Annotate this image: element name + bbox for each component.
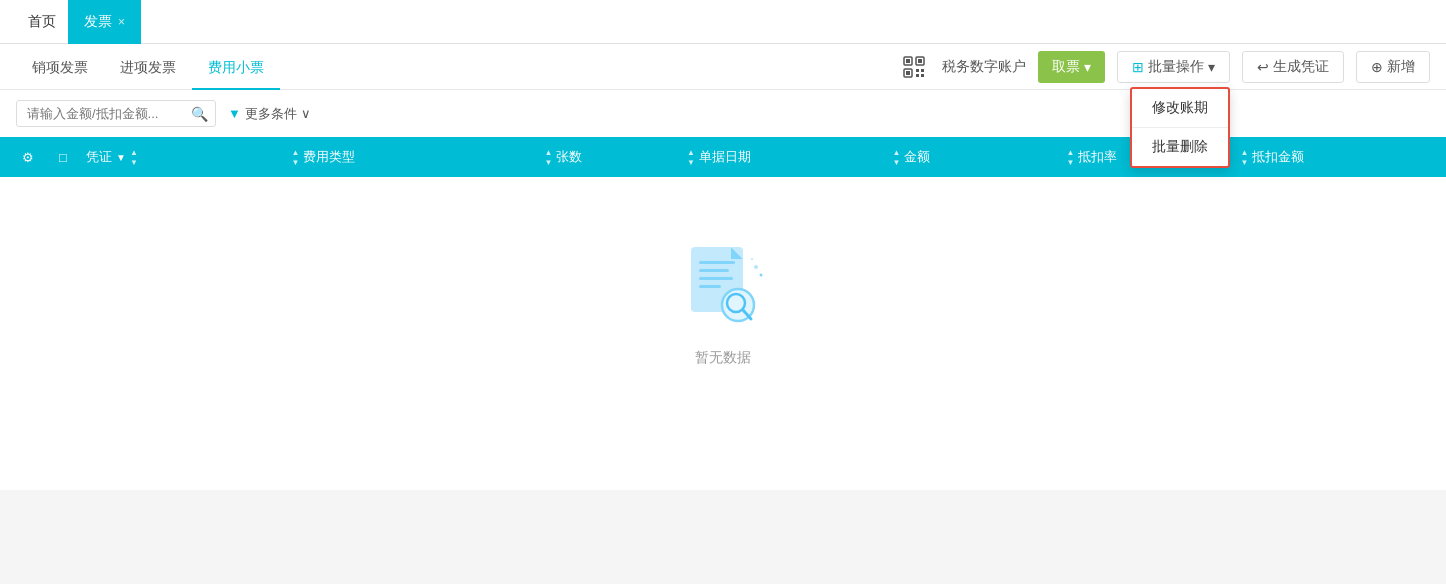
th-date[interactable]: ▲▼ 单据日期 xyxy=(679,148,885,167)
filter-icon: ▼ xyxy=(228,106,241,121)
tab-xiaoxiang[interactable]: 销项发票 xyxy=(16,44,104,90)
th-deduct-rate-label: 抵扣率 xyxy=(1078,148,1117,166)
tab-jinxiang[interactable]: 进项发票 xyxy=(104,44,192,90)
empty-state-icon xyxy=(673,237,773,337)
batch-chevron-icon: ▾ xyxy=(1208,59,1215,75)
th-expense-sort-arrows: ▲▼ xyxy=(292,148,300,167)
th-date-sort-arrows: ▲▼ xyxy=(687,148,695,167)
svg-rect-11 xyxy=(699,261,735,264)
modify-period-item[interactable]: 修改账期 xyxy=(1132,89,1228,127)
add-button[interactable]: ⊕ 新增 xyxy=(1356,51,1430,83)
settings-icon: ⚙ xyxy=(22,150,34,165)
batch-delete-item[interactable]: 批量删除 xyxy=(1132,128,1228,166)
empty-state: 暂无数据 xyxy=(0,177,1446,407)
invoice-tab-label: 发票 xyxy=(84,13,112,31)
th-settings[interactable]: ⚙ xyxy=(8,150,48,165)
generate-voucher-label: 生成凭证 xyxy=(1273,58,1329,76)
svg-point-18 xyxy=(754,265,758,269)
th-count-label: 张数 xyxy=(556,148,582,166)
th-amount[interactable]: ▲▼ 金额 xyxy=(884,148,1058,167)
batch-operations-button[interactable]: ⊞ 批量操作 ▾ xyxy=(1117,51,1230,83)
tab-feiyong[interactable]: 费用小票 xyxy=(192,44,280,90)
svg-rect-14 xyxy=(699,285,721,288)
tax-account-button[interactable]: 税务数字账户 xyxy=(942,58,1026,76)
batch-dropdown-menu: 修改账期 批量删除 xyxy=(1130,87,1230,168)
th-deduct-amount-label: 抵扣金额 xyxy=(1252,148,1304,166)
add-label: 新增 xyxy=(1387,58,1415,76)
more-filter-button[interactable]: ▼ 更多条件 ∨ xyxy=(228,105,311,123)
th-expense-type[interactable]: ▲▼ 费用类型 xyxy=(284,148,537,167)
invoice-tab[interactable]: 发票 × xyxy=(68,0,141,44)
more-filter-label: 更多条件 xyxy=(245,105,297,123)
th-deduct-rate-sort-arrows: ▲▼ xyxy=(1066,148,1074,167)
svg-rect-8 xyxy=(916,74,919,77)
th-voucher-sort: ▲▼ xyxy=(130,148,138,167)
search-input[interactable] xyxy=(16,100,216,127)
home-tab[interactable]: 首页 xyxy=(16,13,68,31)
filter-chevron-icon: ∨ xyxy=(301,106,311,121)
voucher-icon: ↩ xyxy=(1257,59,1269,75)
th-date-label: 单据日期 xyxy=(699,148,751,166)
svg-point-20 xyxy=(751,258,753,260)
th-count-sort-arrows: ▲▼ xyxy=(545,148,553,167)
th-checkbox[interactable]: □ xyxy=(48,150,78,165)
svg-rect-1 xyxy=(906,59,910,63)
get-ticket-label: 取票 xyxy=(1052,58,1080,76)
svg-rect-12 xyxy=(699,269,729,272)
th-deduct-amount[interactable]: ▲▼ 抵扣金额 xyxy=(1232,148,1438,167)
search-input-wrap: 🔍 xyxy=(16,100,216,127)
th-voucher-label: 凭证 xyxy=(86,148,112,166)
svg-rect-7 xyxy=(921,69,924,72)
generate-voucher-button[interactable]: ↩ 生成凭证 xyxy=(1242,51,1344,83)
svg-point-19 xyxy=(760,274,763,277)
get-ticket-button[interactable]: 取票 ▾ xyxy=(1038,51,1105,83)
search-icon: 🔍 xyxy=(191,106,208,122)
sub-tabs-bar: 销项发票 进项发票 费用小票 税务数字账户 取票 ▾ xyxy=(0,44,1446,90)
checkbox-icon: □ xyxy=(59,150,67,165)
th-voucher-filter-icon: ▼ xyxy=(116,152,126,163)
close-tab-icon[interactable]: × xyxy=(118,15,125,29)
svg-rect-13 xyxy=(699,277,733,280)
toolbar-right: 税务数字账户 取票 ▾ ⊞ 批量操作 ▾ 修改账期 批量删除 ↩ 生成凭证 xyxy=(898,51,1430,83)
th-count[interactable]: ▲▼ 张数 xyxy=(537,148,679,167)
svg-rect-3 xyxy=(918,59,922,63)
top-nav: 首页 发票 × xyxy=(0,0,1446,44)
svg-rect-9 xyxy=(921,74,924,77)
qr-code-button[interactable] xyxy=(898,51,930,83)
add-icon: ⊕ xyxy=(1371,59,1383,75)
batch-operations-container: ⊞ 批量操作 ▾ 修改账期 批量删除 xyxy=(1117,51,1230,83)
th-amount-label: 金额 xyxy=(904,148,930,166)
batch-icon: ⊞ xyxy=(1132,59,1144,75)
batch-operations-label: 批量操作 xyxy=(1148,58,1204,76)
svg-rect-5 xyxy=(906,71,910,75)
empty-state-text: 暂无数据 xyxy=(695,349,751,367)
svg-rect-6 xyxy=(916,69,919,72)
th-amount-sort-arrows: ▲▼ xyxy=(892,148,900,167)
th-deduct-amount-sort-arrows: ▲▼ xyxy=(1240,148,1248,167)
th-voucher[interactable]: 凭证 ▼ ▲▼ xyxy=(78,148,284,167)
th-expense-type-label: 费用类型 xyxy=(303,148,355,166)
get-ticket-chevron: ▾ xyxy=(1084,59,1091,75)
